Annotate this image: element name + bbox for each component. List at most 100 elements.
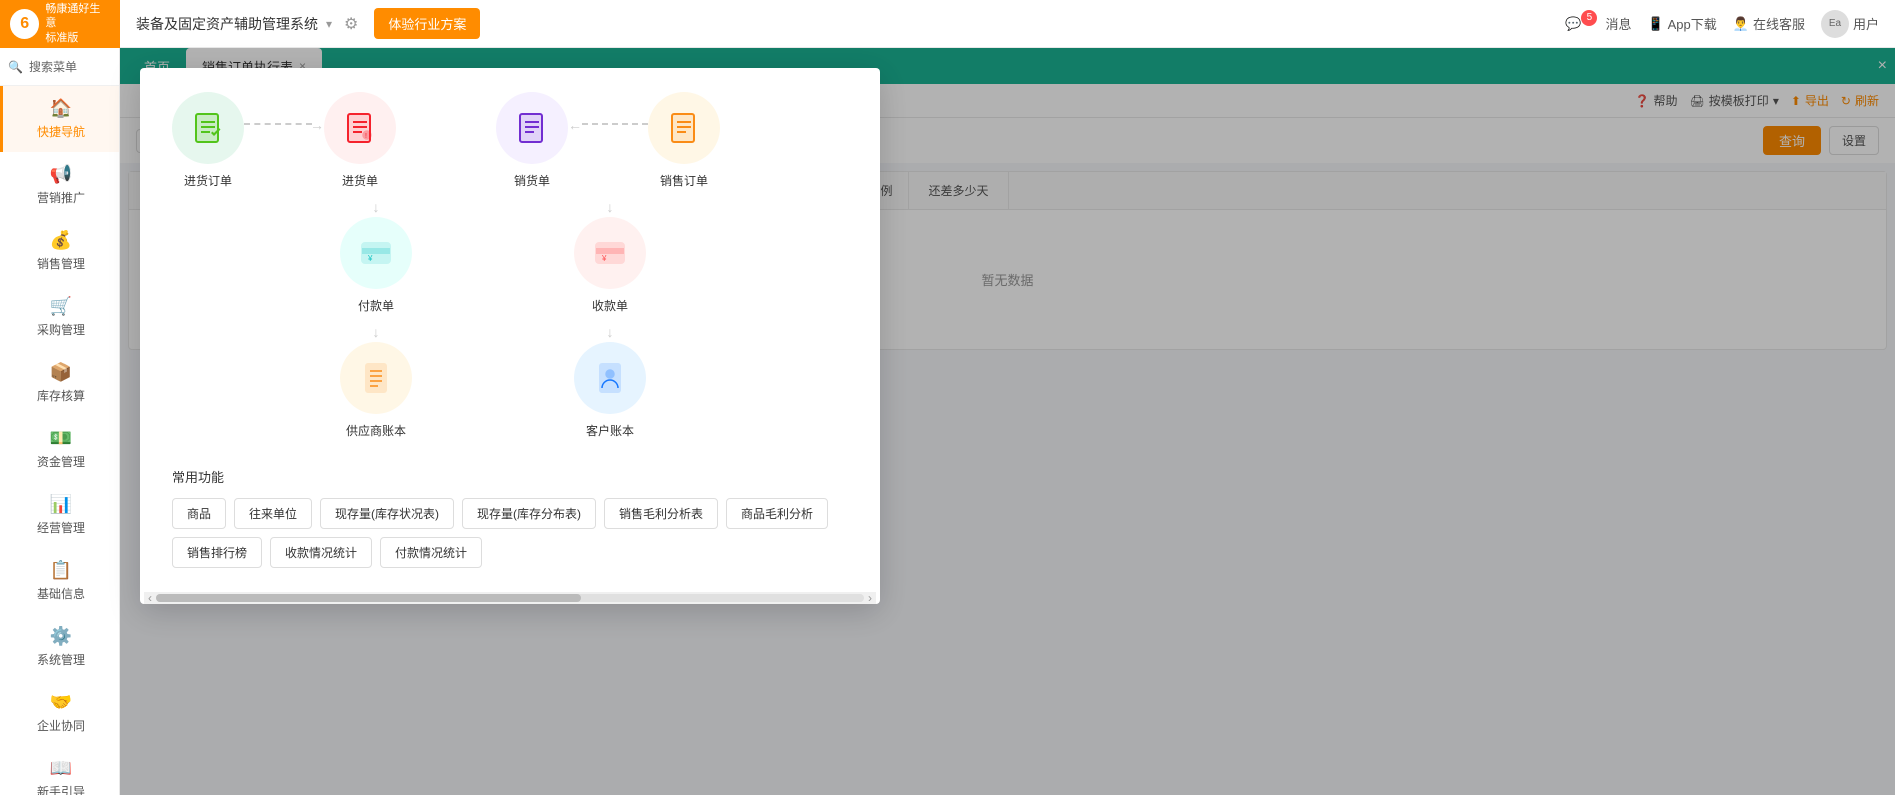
common-buttons-row1: 商品 往来单位 现存量(库存状况表) 现存量(库存分布表) 销售毛利分析表 商品… [172,498,848,529]
finance-icon: 💵 [50,428,72,449]
common-buttons-row2: 销售排行榜 收款情况统计 付款情况统计 [172,537,848,568]
sidebar-item-quick-nav[interactable]: 🏠 快捷导航 [0,86,119,152]
common-functions: 常用功能 商品 往来单位 现存量(库存状况表) 现存量(库存分布表) 销售毛利分… [172,467,848,568]
sales-bill-circle[interactable] [496,92,568,164]
customer-ledger-label: 客户账本 [586,422,634,439]
arrow-purchase-order-to-bill [244,117,324,133]
node-sales-order[interactable]: 销售订单 [648,92,720,189]
receipt-bill-circle[interactable]: ¥ [574,217,646,289]
sidebar-label-finance: 资金管理 [37,453,85,470]
system-icon: ⚙️ [50,626,72,647]
node-sales-bill[interactable]: 销货单 [496,92,568,189]
btn-stock-dist[interactable]: 现存量(库存分布表) [462,498,596,529]
node-customer-ledger[interactable]: 客户账本 [574,342,646,439]
sidebar-item-operation[interactable]: 📊 经营管理 [0,482,119,548]
sidebar-label-cooperation: 企业协同 [37,717,85,734]
btn-receipt-stats[interactable]: 收款情况统计 [270,537,372,568]
sidebar-label-inventory: 库存核算 [37,387,85,404]
app-download-btn[interactable]: 📱 App下载 [1647,14,1716,33]
purchase-bill-down-arrow: ↓ [340,199,412,215]
sidebar-item-inventory[interactable]: 📦 库存核算 [0,350,119,416]
page-content: ❓ 帮助 🖨 按模板打印 ▾ ⬆ 导出 ↻ 刷新 [120,84,1895,795]
online-service-btn[interactable]: 👨‍💼 在线客服 [1733,14,1805,33]
sidebar-item-marketing[interactable]: 📢 营销推广 [0,152,119,218]
content-area: 首页 销售订单执行表 × × ❓ 帮助 🖨 按模板打印 [120,48,1895,795]
search-label: 搜索菜单 [29,58,77,75]
inventory-icon: 📦 [50,362,72,383]
service-label: 在线客服 [1753,14,1805,33]
btn-payment-stats[interactable]: 付款情况统计 [380,537,482,568]
cooperation-icon: 🤝 [50,692,72,713]
search-icon: 🔍 [8,60,23,74]
modal-inner: 进货订单 [140,84,880,592]
user-area[interactable]: Ea 用户 [1821,10,1879,38]
btn-goods[interactable]: 商品 [172,498,226,529]
node-supplier-ledger[interactable]: 供应商账本 [340,342,412,439]
scroll-right-icon[interactable]: › [864,591,876,604]
base-icon: 📋 [50,560,72,581]
sidebar-item-cooperation[interactable]: 🤝 企业协同 [0,680,119,746]
avatar: Ea [1821,10,1849,38]
common-functions-title: 常用功能 [172,467,848,486]
sidebar-item-base[interactable]: 📋 基础信息 [0,548,119,614]
arrow-sales-order-to-bill [568,117,648,133]
sidebar-search[interactable]: 🔍 搜索菜单 [0,48,119,86]
message-badge: 5 [1581,10,1597,26]
experience-btn[interactable]: 体验行业方案 [374,8,480,39]
flow-down-arrows-row2: ↓ ↓ [172,322,848,342]
sidebar-item-finance[interactable]: 💵 资金管理 [0,416,119,482]
supplier-ledger-circle[interactable] [340,342,412,414]
customer-ledger-circle[interactable] [574,342,646,414]
node-receipt-bill[interactable]: ¥ 收款单 [574,217,646,314]
system-dropdown-icon[interactable]: ▾ [326,17,332,31]
btn-sales-profit[interactable]: 销售毛利分析表 [604,498,718,529]
sidebar: 🔍 搜索菜单 🏠 快捷导航 📢 营销推广 💰 销售管理 🛒 采购管理 📦 库存核… [0,48,120,795]
purchase-bill-circle[interactable]: ! [324,92,396,164]
message-label: 消息 [1605,14,1631,33]
purchase-order-circle[interactable] [172,92,244,164]
flow-down-arrows-row: ↓ ↓ [172,197,848,217]
sidebar-label-base: 基础信息 [37,585,85,602]
node-payment-bill[interactable]: ¥ 付款单 [340,217,412,314]
btn-goods-profit[interactable]: 商品毛利分析 [726,498,828,529]
sidebar-item-purchase[interactable]: 🛒 采购管理 [0,284,119,350]
top-bar: 6 畅康通好生意 标准版 装备及固定资产辅助管理系统 ▾ ⚙ 体验行业方案 💬 … [0,0,1895,48]
main-layout: 🔍 搜索菜单 🏠 快捷导航 📢 营销推广 💰 销售管理 🛒 采购管理 📦 库存核… [0,48,1895,795]
scroll-left-icon[interactable]: ‹ [144,591,156,604]
btn-partners[interactable]: 往来单位 [234,498,312,529]
sidebar-item-system[interactable]: ⚙️ 系统管理 [0,614,119,680]
supplier-ledger-label: 供应商账本 [346,422,406,439]
modal-scrollbar[interactable]: ‹ › [144,592,876,604]
logo-text: 畅康通好生意 标准版 [45,2,110,45]
sidebar-item-sales[interactable]: 💰 销售管理 [0,218,119,284]
flow-row-3: 供应商账本 [172,342,848,439]
btn-sales-rank[interactable]: 销售排行榜 [172,537,262,568]
payment-down-arrow: ↓ [340,324,412,340]
top-right: 💬 5 消息 📱 App下载 👨‍💼 在线客服 Ea 用户 [1565,10,1879,38]
modal-overlay[interactable]: 进货订单 [120,84,1895,795]
scrollbar-track[interactable] [156,594,864,602]
receipt-down-arrow: ↓ [574,324,646,340]
app-download-label: App下载 [1668,14,1717,33]
marketing-icon: 📢 [50,164,72,185]
purchase-bill-label: 进货单 [342,172,378,189]
scrollbar-thumb[interactable] [156,594,581,602]
btn-stock-status[interactable]: 现存量(库存状况表) [320,498,454,529]
logo-icon: 6 [10,9,39,39]
service-icon: 👨‍💼 [1733,16,1749,32]
sales-order-circle[interactable] [648,92,720,164]
purchase-icon: 🛒 [50,296,72,317]
node-purchase-bill[interactable]: ! 进货单 [324,92,396,189]
settings-icon[interactable]: ⚙ [344,14,358,34]
quick-nav-icon: 🏠 [50,98,72,119]
flow-diagram: 进货订单 [172,92,848,447]
logo-area: 6 畅康通好生意 标准版 [0,0,120,48]
message-btn[interactable]: 💬 5 消息 [1565,14,1631,33]
payment-bill-circle[interactable]: ¥ [340,217,412,289]
sales-bill-down-arrow: ↓ [574,199,646,215]
node-purchase-order[interactable]: 进货订单 [172,92,244,189]
sidebar-item-newbie[interactable]: 📖 新手引导 [0,746,119,795]
payment-bill-label: 付款单 [358,297,394,314]
flow-row-1: 进货订单 [172,92,848,189]
sales-order-label: 销售订单 [660,172,708,189]
